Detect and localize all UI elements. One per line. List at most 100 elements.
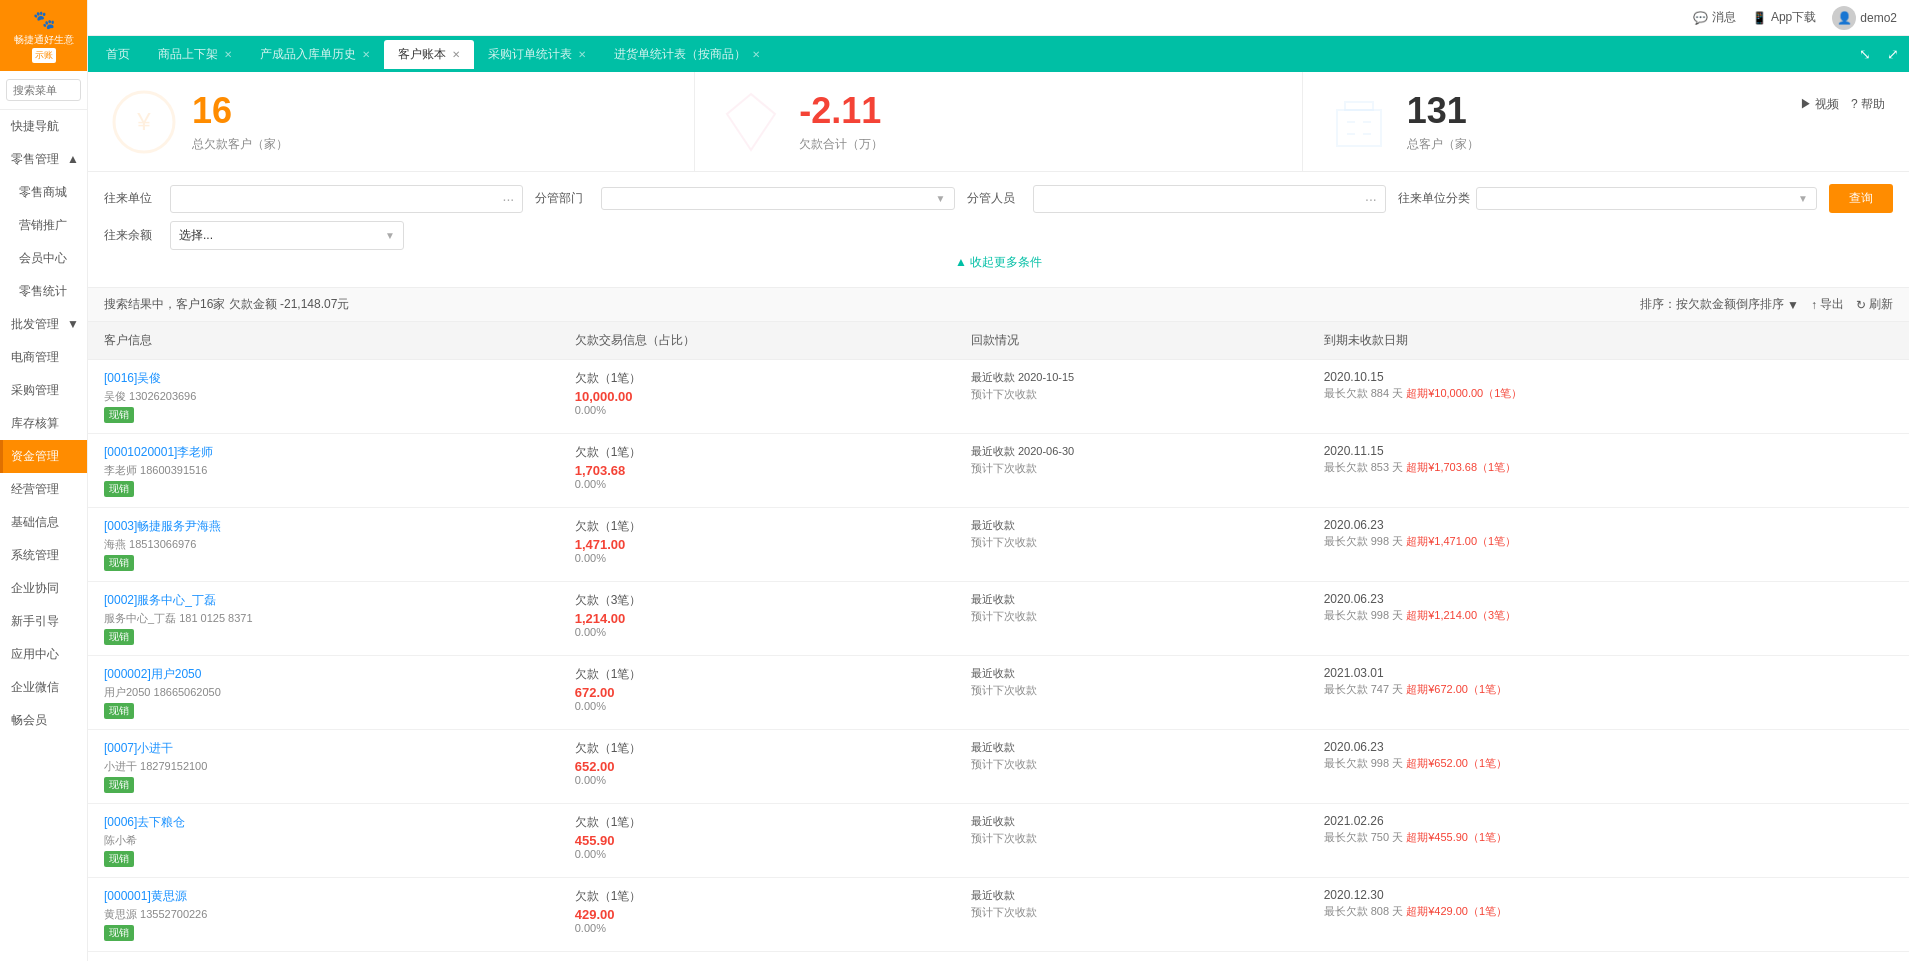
sidebar-item-system[interactable]: 系统管理: [0, 539, 87, 572]
sidebar-item-operations[interactable]: 经营管理: [0, 473, 87, 506]
sidebar-item-finance[interactable]: 资金管理: [0, 440, 87, 473]
refresh-btn[interactable]: ↻ 刷新: [1856, 296, 1893, 313]
sidebar-item-member[interactable]: 会员中心: [0, 242, 87, 275]
sidebar-item-retail-stats[interactable]: 零售统计: [0, 275, 87, 308]
stat-total-debt-value: -2.11: [799, 90, 1277, 132]
sidebar-item-basic-info[interactable]: 基础信息: [0, 506, 87, 539]
sidebar-search-input[interactable]: [6, 79, 81, 101]
refresh-label: 刷新: [1869, 296, 1893, 313]
table-row: [0007]小进干 小进干 18279152100 现销 欠款（1笔） 652.…: [88, 730, 1909, 804]
overdue-link-2[interactable]: 超期¥1,471.00（1笔）: [1406, 535, 1516, 547]
refresh-icon: ↻: [1856, 298, 1866, 312]
filter-row-1: 往来单位 ··· 分管部门 ▼ 分管人员 ··· 往来单位分类: [104, 184, 1893, 213]
cell-debt-6: 欠款（1笔） 455.90 0.00%: [559, 804, 955, 878]
tab-purchase-goods-stats[interactable]: 进货单统计表（按商品） ✕: [600, 40, 774, 69]
overdue-info-6: 最长欠款 750 天 超期¥455.90（1笔）: [1324, 830, 1893, 845]
tab-production-history[interactable]: 产成品入库单历史 ✕: [246, 40, 384, 69]
sidebar-item-inventory[interactable]: 库存核算: [0, 407, 87, 440]
search-button[interactable]: 查询: [1829, 184, 1893, 213]
tab-production-history-close[interactable]: ✕: [362, 49, 370, 60]
tabs-minimize[interactable]: ⤡: [1853, 44, 1877, 64]
overdue-link-3[interactable]: 超期¥1,214.00（3笔）: [1406, 609, 1516, 621]
sidebar-item-retail-mgmt[interactable]: 零售管理▲: [0, 143, 87, 176]
overdue-link-5[interactable]: 超期¥652.00（1笔）: [1406, 757, 1507, 769]
sidebar-item-purchase-mgmt[interactable]: 采购管理: [0, 374, 87, 407]
sort-label[interactable]: 排序：按欠款金额倒序排序 ▼: [1640, 296, 1799, 313]
app-title: 畅捷通好生意: [4, 33, 83, 46]
debt-amount-5[interactable]: 652.00: [575, 759, 939, 774]
filter-select-balance[interactable]: 选择... ▼: [170, 221, 404, 250]
sidebar-item-quick-nav[interactable]: 快捷导航: [0, 110, 87, 143]
sidebar-item-ecommerce[interactable]: 电商管理: [0, 341, 87, 374]
cell-customer-3: [0002]服务中心_丁磊 服务中心_丁磊 181 0125 8371 现销: [88, 582, 559, 656]
message-btn[interactable]: 💬 消息: [1693, 9, 1736, 26]
message-label: 消息: [1712, 9, 1736, 26]
tab-production-history-label: 产成品入库单历史: [260, 46, 356, 63]
user-avatar-area[interactable]: 👤 demo2: [1832, 6, 1897, 30]
customer-name-link-6[interactable]: [0006]去下粮仓: [104, 815, 185, 829]
sidebar-item-collab[interactable]: 企业协同: [0, 572, 87, 605]
debt-amount-4[interactable]: 672.00: [575, 685, 939, 700]
col-recovery: 回款情况: [955, 322, 1308, 360]
debt-amount-6[interactable]: 455.90: [575, 833, 939, 848]
export-btn[interactable]: ↑ 导出: [1811, 296, 1844, 313]
overdue-link-7[interactable]: 超期¥429.00（1笔）: [1406, 905, 1507, 917]
stat-debt-customers: ¥ 16 总欠款客户（家）: [88, 72, 695, 171]
cell-recovery-6: 最近收款 预计下次收款: [955, 804, 1308, 878]
filter-group-category: 往来单位分类 ▼: [1398, 187, 1817, 210]
filter-label-category: 往来单位分类: [1398, 190, 1470, 207]
filter-input-person[interactable]: ···: [1033, 185, 1386, 213]
recover-next-0: 预计下次收款: [971, 387, 1292, 402]
overdue-link-0[interactable]: 超期¥10,000.00（1笔）: [1406, 387, 1522, 399]
tab-product-listing[interactable]: 商品上下架 ✕: [144, 40, 246, 69]
collapse-btn[interactable]: ▲ 收起更多条件: [104, 250, 1893, 275]
filter-input-unit[interactable]: ···: [170, 185, 523, 213]
tabs-maximize[interactable]: ⤢: [1881, 44, 1905, 64]
tab-customer-ledger[interactable]: 客户账本 ✕: [384, 40, 474, 69]
video-btn[interactable]: ▶ 视频: [1800, 96, 1839, 113]
sidebar-item-app-center[interactable]: 应用中心: [0, 638, 87, 671]
filter-select-category[interactable]: ▼: [1476, 187, 1817, 210]
sidebar-item-wholesale-mgmt[interactable]: 批发管理▼: [0, 308, 87, 341]
tab-product-listing-close[interactable]: ✕: [224, 49, 232, 60]
overdue-link-1[interactable]: 超期¥1,703.68（1笔）: [1406, 461, 1516, 473]
debt-amount-7[interactable]: 429.00: [575, 907, 939, 922]
customer-name-link-4[interactable]: [000002]用户2050: [104, 667, 201, 681]
customer-name-link-2[interactable]: [0003]畅捷服务尹海燕: [104, 519, 221, 533]
tab-purchase-stats[interactable]: 采购订单统计表 ✕: [474, 40, 600, 69]
customer-tag-0: 现销: [104, 407, 134, 423]
cell-debt-4: 欠款（1笔） 672.00 0.00%: [559, 656, 955, 730]
overdue-link-4[interactable]: 超期¥672.00（1笔）: [1406, 683, 1507, 695]
help-btn[interactable]: ? 帮助: [1851, 96, 1885, 113]
filter-area: 往来单位 ··· 分管部门 ▼ 分管人员 ··· 往来单位分类: [88, 172, 1909, 288]
debt-amount-3[interactable]: 1,214.00: [575, 611, 939, 626]
cell-debt-3: 欠款（3笔） 1,214.00 0.00%: [559, 582, 955, 656]
customer-name-link-7[interactable]: [000001]黄思源: [104, 889, 187, 903]
tab-purchase-goods-stats-close[interactable]: ✕: [752, 49, 760, 60]
customer-contact-0: 吴俊 13026203696: [104, 389, 543, 404]
sidebar-item-marketing[interactable]: 营销推广: [0, 209, 87, 242]
debt-amount-2[interactable]: 1,471.00: [575, 537, 939, 552]
customer-name-link-0[interactable]: [0016]吴俊: [104, 371, 161, 385]
filter-label-balance: 往来余额: [104, 227, 164, 244]
sidebar-item-retail-store[interactable]: 零售商城: [0, 176, 87, 209]
tab-purchase-stats-close[interactable]: ✕: [578, 49, 586, 60]
recover-next-1: 预计下次收款: [971, 461, 1292, 476]
tab-home[interactable]: 首页: [92, 40, 144, 69]
filter-select-dept[interactable]: ▼: [601, 187, 954, 210]
customer-name-link-5[interactable]: [0007]小进干: [104, 741, 173, 755]
cell-customer-0: [0016]吴俊 吴俊 13026203696 现销: [88, 360, 559, 434]
overdue-link-6[interactable]: 超期¥455.90（1笔）: [1406, 831, 1507, 843]
customer-name-link-1[interactable]: [0001020001]李老师: [104, 445, 213, 459]
customer-tag-4: 现销: [104, 703, 134, 719]
debt-amount-1[interactable]: 1,703.68: [575, 463, 939, 478]
sidebar-item-guide[interactable]: 新手引导: [0, 605, 87, 638]
cell-recovery-4: 最近收款 预计下次收款: [955, 656, 1308, 730]
customer-name-link-3[interactable]: [0002]服务中心_丁磊: [104, 593, 216, 607]
sidebar-item-member-plus[interactable]: 畅会员: [0, 704, 87, 737]
sidebar-item-wechat[interactable]: 企业微信: [0, 671, 87, 704]
col-debt-info: 欠款交易信息（占比）: [559, 322, 955, 360]
app-download-btn[interactable]: 📱 App下载: [1752, 9, 1816, 26]
tab-customer-ledger-close[interactable]: ✕: [452, 49, 460, 60]
debt-amount-0[interactable]: 10,000.00: [575, 389, 939, 404]
